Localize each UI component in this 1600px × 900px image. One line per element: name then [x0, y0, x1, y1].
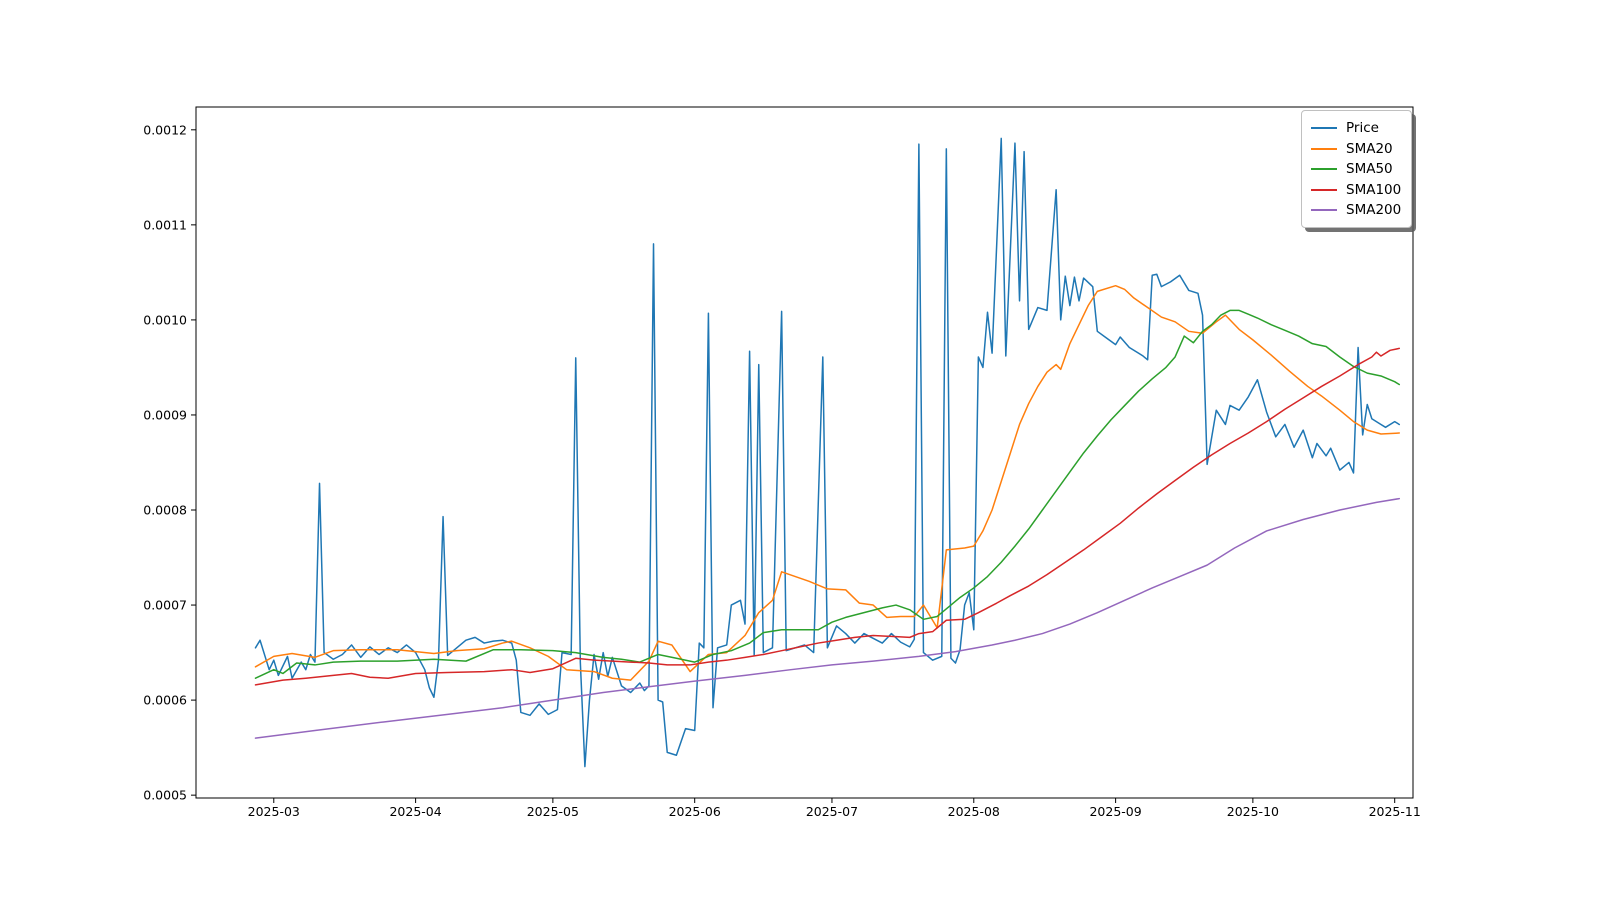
y-tick-label: 0.0008: [143, 503, 187, 518]
legend: Price SMA20 SMA50 SMA100 SMA200: [1301, 110, 1413, 228]
legend-line-icon: [1311, 168, 1337, 171]
y-tick-label: 0.0010: [143, 312, 187, 327]
legend-line-icon: [1311, 127, 1337, 130]
legend-item-price: Price: [1311, 118, 1401, 139]
y-tick-label: 0.0011: [143, 217, 187, 232]
price-line: [254, 137, 1401, 768]
legend-label: SMA100: [1346, 181, 1402, 198]
x-tick-label: 2025-04: [389, 804, 441, 819]
y-tick-label: 0.0012: [143, 122, 187, 137]
x-tick-label: 2025-09: [1089, 804, 1141, 819]
y-tick-label: 0.0005: [143, 788, 187, 803]
legend-label: Price: [1346, 120, 1379, 137]
x-tick-label: 2025-05: [527, 804, 579, 819]
legend-label: SMA200: [1346, 202, 1402, 219]
legend-item-sma200: SMA200: [1311, 200, 1401, 221]
legend-line-icon: [1311, 209, 1337, 212]
plot-frame: [195, 106, 1414, 799]
legend-line-icon: [1311, 188, 1337, 191]
x-tick-label: 2025-06: [669, 804, 721, 819]
x-tick-label: 2025-03: [248, 804, 300, 819]
legend-line-icon: [1311, 147, 1337, 150]
x-tick-label: 2025-11: [1369, 804, 1421, 819]
x-tick-label: 2025-08: [948, 804, 1000, 819]
figure: 2025-03 2025-04 2025-05 2025-06 2025-07 2025-…: [0, 0, 1600, 900]
legend-item-sma20: SMA20: [1311, 139, 1401, 160]
legend-label: SMA20: [1346, 140, 1393, 157]
x-tick-label: 2025-10: [1227, 804, 1279, 819]
y-tick-label: 0.0007: [143, 598, 187, 613]
legend-item-sma100: SMA100: [1311, 180, 1401, 201]
legend-label: SMA50: [1346, 161, 1393, 178]
legend-item-sma50: SMA50: [1311, 159, 1401, 180]
y-tick-label: 0.0006: [143, 693, 187, 708]
y-tick-label: 0.0009: [143, 407, 187, 422]
x-tick-label: 2025-07: [806, 804, 858, 819]
